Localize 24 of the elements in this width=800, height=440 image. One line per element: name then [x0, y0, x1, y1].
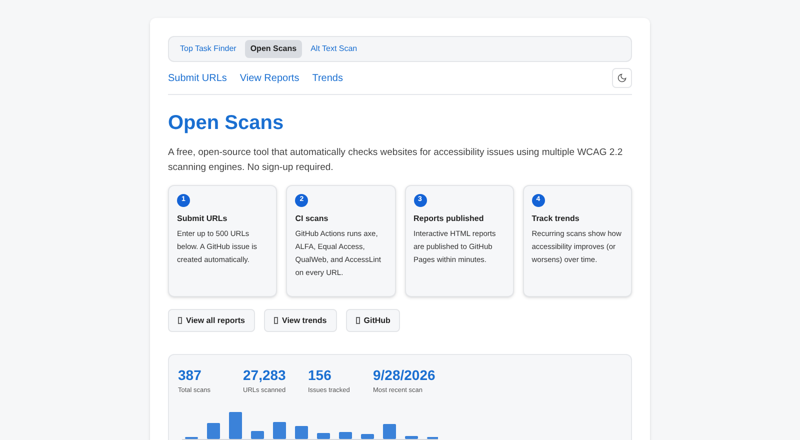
nav-link[interactable]: View Reports [240, 70, 300, 86]
intro-text: A free, open-source tool that automatically checks websites for accessibility issues using multiple WCAG 2.2 scanning engines. No sign-up required. [168, 146, 624, 175]
tab[interactable]: Top Task Finder [175, 40, 242, 58]
stat-value: 9/28/2026 [373, 367, 436, 383]
action-button[interactable]: View all reports [168, 309, 255, 332]
box-icon [356, 317, 360, 324]
step-title: Track trends [532, 213, 580, 225]
step-title: Submit URLs [177, 213, 228, 225]
moon-icon [617, 73, 627, 83]
dark-mode-button[interactable] [612, 68, 632, 88]
stat-value: 387 [178, 367, 202, 383]
nav-link[interactable]: Submit URLs [168, 70, 227, 86]
step-title: CI scans [295, 213, 330, 225]
stat-value: 156 [308, 367, 332, 383]
tab[interactable]: Open Scans [245, 40, 302, 58]
tab[interactable]: Alt Text Scan [306, 40, 362, 58]
nav-link[interactable]: Trends [312, 70, 343, 86]
action-button[interactable]: View trends [264, 309, 337, 332]
page-title: Open Scans [168, 111, 285, 135]
box-icon [274, 317, 278, 324]
box-icon [178, 317, 182, 324]
step-title: Reports published [414, 213, 485, 225]
action-button[interactable]: GitHub [346, 309, 400, 332]
stat-value: 27,283 [243, 367, 287, 383]
